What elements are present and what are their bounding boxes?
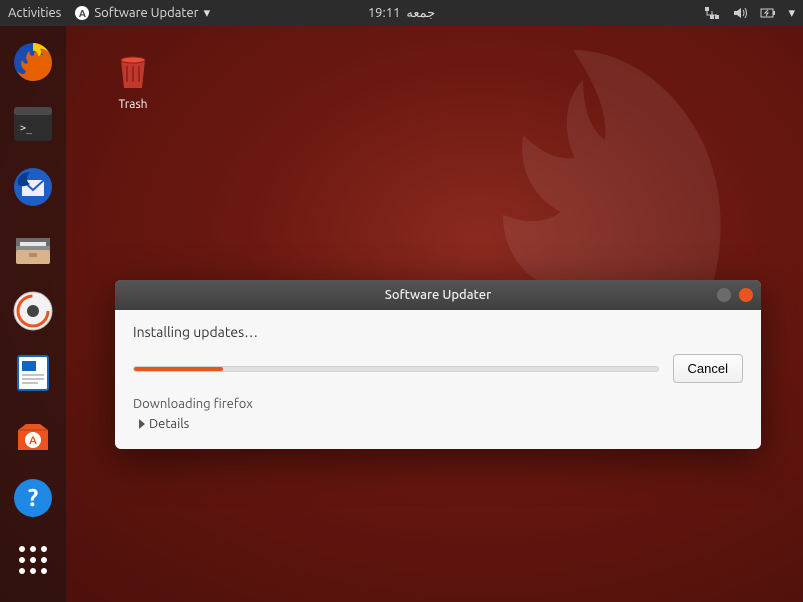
trash-icon <box>109 46 157 94</box>
dock-terminal[interactable]: >_ <box>10 102 56 146</box>
dialog-titlebar[interactable]: Software Updater <box>115 280 761 310</box>
show-applications[interactable] <box>10 538 56 582</box>
close-button[interactable] <box>739 288 753 302</box>
details-label: Details <box>149 417 189 431</box>
dock-writer[interactable] <box>10 351 56 395</box>
dock-rhythmbox[interactable] <box>10 289 56 333</box>
clock-time: 19:11 <box>368 6 401 21</box>
activities-button[interactable]: Activities <box>8 6 61 20</box>
download-text: Downloading firefox <box>133 397 743 411</box>
svg-text:>_: >_ <box>20 123 33 134</box>
desktop-trash[interactable]: Trash <box>100 46 166 111</box>
software-updater-icon: A <box>75 6 89 20</box>
details-toggle[interactable]: Details <box>139 417 743 431</box>
chevron-down-icon: ▾ <box>204 6 211 21</box>
software-updater-dialog: Software Updater Installing updates… Can… <box>115 280 761 449</box>
desktop-trash-label: Trash <box>118 98 147 111</box>
dialog-title: Software Updater <box>385 288 491 302</box>
volume-icon <box>732 5 748 21</box>
system-tray[interactable]: ▾ <box>704 5 795 21</box>
progress-fill <box>134 367 223 371</box>
top-panel: Activities A Software Updater ▾ 19:11 جم… <box>0 0 803 26</box>
clock-day: جمعه <box>406 6 435 21</box>
progress-bar <box>133 366 659 372</box>
dock-software[interactable]: A <box>10 413 56 457</box>
svg-text:A: A <box>29 435 37 447</box>
app-menu-label: Software Updater <box>94 6 198 20</box>
dock-files[interactable] <box>10 227 56 271</box>
network-icon <box>704 5 720 21</box>
triangle-right-icon <box>139 419 145 429</box>
dock-firefox[interactable] <box>10 40 56 84</box>
chevron-down-icon: ▾ <box>788 6 795 21</box>
dock: >_ A ? <box>0 26 66 602</box>
app-menu[interactable]: A Software Updater ▾ <box>75 6 210 21</box>
dock-help[interactable]: ? <box>10 476 56 520</box>
dock-thunderbird[interactable] <box>10 164 56 208</box>
minimize-button[interactable] <box>717 288 731 302</box>
battery-icon <box>760 5 776 21</box>
svg-text:?: ? <box>28 484 39 511</box>
clock[interactable]: 19:11 جمعه <box>368 6 435 21</box>
apps-grid-icon <box>19 546 47 574</box>
cancel-button[interactable]: Cancel <box>673 354 743 383</box>
status-text: Installing updates… <box>133 324 743 340</box>
